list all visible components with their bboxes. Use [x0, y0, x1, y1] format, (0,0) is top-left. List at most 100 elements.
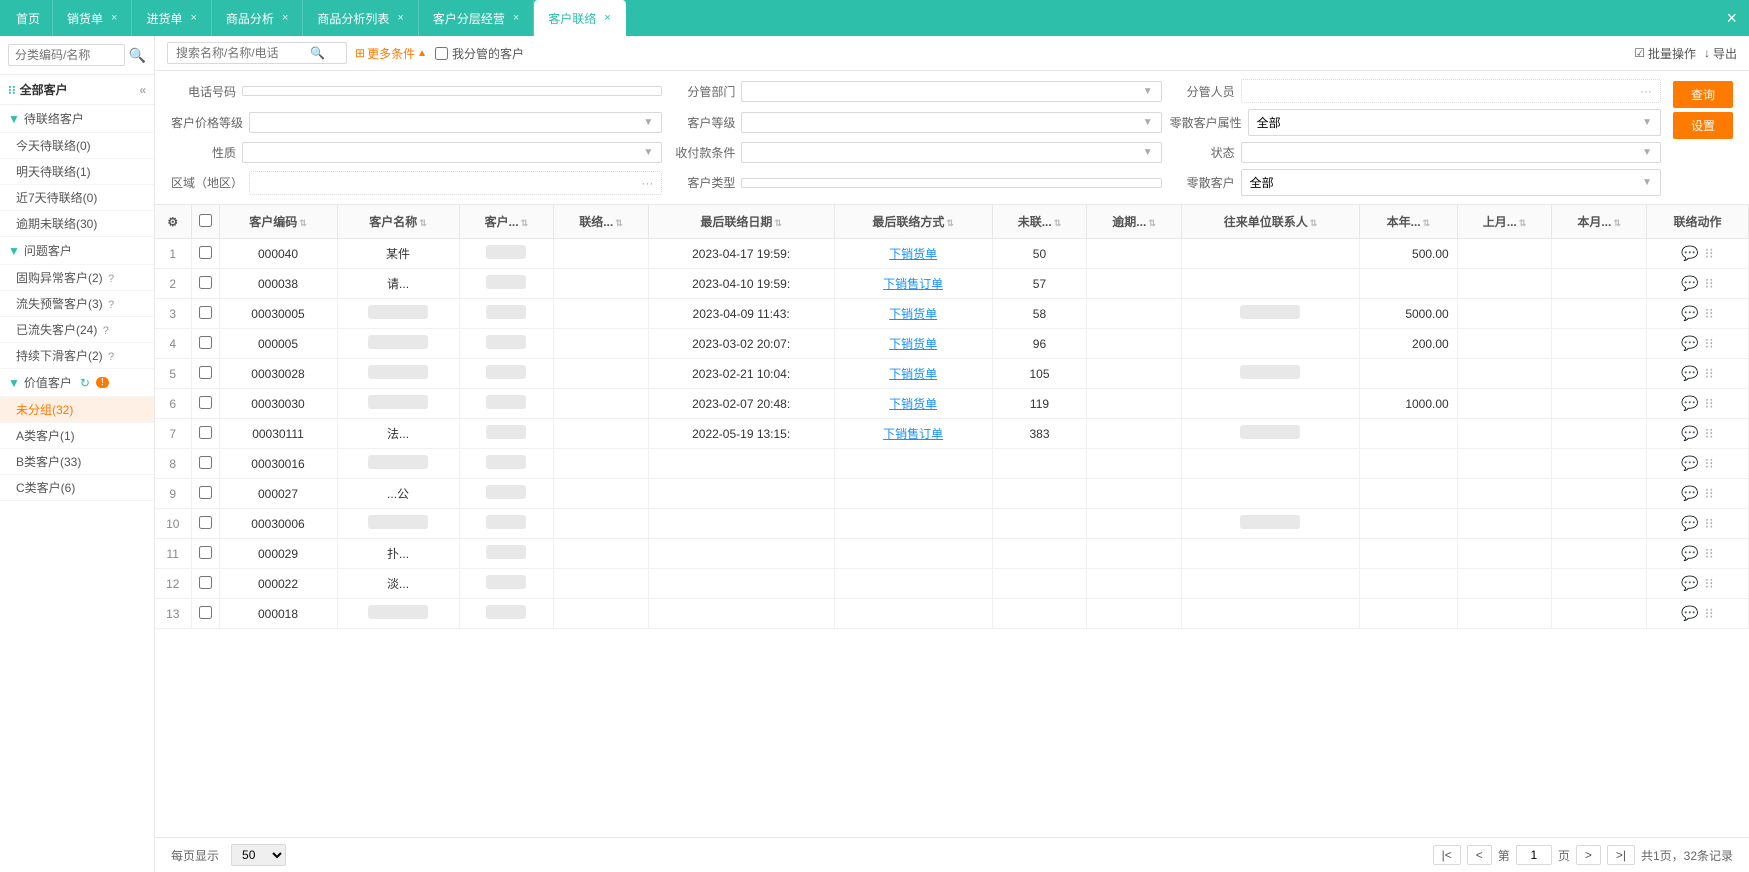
row-checkbox[interactable] — [199, 576, 212, 589]
person-input[interactable]: ··· — [1241, 79, 1661, 103]
sidebar-tomorrow[interactable]: 明天待联络(1) — [0, 159, 154, 185]
row-checkbox[interactable] — [199, 456, 212, 469]
grid-action-icon[interactable]: ⁝⁝ — [1705, 575, 1714, 592]
tab-customer-segment-close[interactable]: × — [513, 12, 519, 24]
sidebar-search-icon[interactable]: 🔍 — [129, 47, 146, 64]
last-method-link[interactable]: 下销货单 — [889, 397, 937, 411]
row-checkbox-cell[interactable] — [191, 329, 219, 359]
chat-icon[interactable]: 💬 — [1681, 455, 1698, 472]
row-checkbox[interactable] — [199, 606, 212, 619]
prev-page-btn[interactable]: < — [1467, 845, 1492, 865]
row-checkbox-cell[interactable] — [191, 389, 219, 419]
page-input[interactable] — [1516, 845, 1552, 865]
payment-select[interactable]: ▼ — [741, 142, 1161, 163]
grid-action-icon[interactable]: ⁝⁝ — [1705, 365, 1714, 382]
last-method-link[interactable]: 下销售订单 — [883, 427, 943, 441]
last-method-link[interactable]: 下销货单 — [889, 337, 937, 351]
row-checkbox-cell[interactable] — [191, 239, 219, 269]
last-method-link[interactable]: 下销售订单 — [883, 277, 943, 291]
sidebar-purchase-abnormal[interactable]: 固购异常客户(2) ? — [0, 265, 154, 291]
sidebar-flow-warning[interactable]: 流失预警客户(3) ? — [0, 291, 154, 317]
chat-icon[interactable]: 💬 — [1681, 305, 1698, 322]
row-checkbox[interactable] — [199, 396, 212, 409]
sidebar-today[interactable]: 今天待联络(0) — [0, 133, 154, 159]
customer-level-select[interactable]: ▼ — [741, 112, 1161, 133]
sidebar-all-customers[interactable]: ⁝⁝ 全部客户 « — [0, 75, 154, 105]
collapse-icon[interactable]: « — [139, 83, 146, 97]
search-box[interactable]: 🔍 — [167, 42, 347, 64]
retail-select[interactable]: 全部 ▼ — [1241, 169, 1661, 196]
chat-icon[interactable]: 💬 — [1681, 575, 1698, 592]
retail-attr-select[interactable]: 全部 ▼ — [1248, 109, 1661, 136]
grid-action-icon[interactable]: ⁝⁝ — [1705, 455, 1714, 472]
tab-product-analysis[interactable]: 商品分析 × — [212, 0, 303, 36]
last-method-link[interactable]: 下销货单 — [889, 367, 937, 381]
chat-icon[interactable]: 💬 — [1681, 485, 1698, 502]
tab-product-analysis-close[interactable]: × — [282, 12, 288, 24]
last-method-link[interactable]: 下销货单 — [889, 307, 937, 321]
grid-action-icon[interactable]: ⁝⁝ — [1705, 545, 1714, 562]
row-checkbox-cell[interactable] — [191, 509, 219, 539]
tab-product-analysis-list-close[interactable]: × — [397, 12, 403, 24]
row-checkbox-cell[interactable] — [191, 479, 219, 509]
dept-select[interactable]: ▼ — [741, 81, 1161, 102]
chat-icon[interactable]: 💬 — [1681, 395, 1698, 412]
my-customers-checkbox[interactable] — [435, 47, 448, 60]
phone-input[interactable] — [242, 86, 662, 96]
sidebar-classC[interactable]: C类客户(6) — [0, 475, 154, 501]
chat-icon[interactable]: 💬 — [1681, 245, 1698, 262]
th-settings[interactable]: ⚙ — [155, 205, 191, 239]
batch-ops-btn[interactable]: ☑ 批量操作 — [1634, 45, 1696, 62]
grid-action-icon[interactable]: ⁝⁝ — [1705, 245, 1714, 262]
row-checkbox-cell[interactable] — [191, 269, 219, 299]
row-checkbox-cell[interactable] — [191, 449, 219, 479]
reset-button[interactable]: 设置 — [1673, 112, 1733, 139]
chat-icon[interactable]: 💬 — [1681, 365, 1698, 382]
first-page-btn[interactable]: |< — [1433, 845, 1461, 865]
sidebar-pending-contact-group[interactable]: ▼ 待联络客户 — [0, 105, 154, 133]
row-checkbox[interactable] — [199, 336, 212, 349]
sidebar-problem-group[interactable]: ▼ 问题客户 — [0, 237, 154, 265]
row-checkbox[interactable] — [199, 426, 212, 439]
grid-action-icon[interactable]: ⁝⁝ — [1705, 515, 1714, 532]
sidebar-unclassified[interactable]: 未分组(32) — [0, 397, 154, 423]
tab-purchase[interactable]: 进货单 × — [132, 0, 211, 36]
tab-sales-close[interactable]: × — [111, 12, 117, 24]
sidebar-classB[interactable]: B类客户(33) — [0, 449, 154, 475]
sidebar-classA[interactable]: A类客户(1) — [0, 423, 154, 449]
chat-icon[interactable]: 💬 — [1681, 275, 1698, 292]
row-checkbox[interactable] — [199, 306, 212, 319]
row-checkbox-cell[interactable] — [191, 299, 219, 329]
price-level-select[interactable]: ▼ — [249, 112, 662, 133]
tab-customer-contact[interactable]: 客户联络 × — [534, 0, 625, 36]
chat-icon[interactable]: 💬 — [1681, 335, 1698, 352]
row-checkbox-cell[interactable] — [191, 599, 219, 629]
grid-action-icon[interactable]: ⁝⁝ — [1705, 275, 1714, 292]
last-method-link[interactable]: 下销货单 — [889, 247, 937, 261]
status-select[interactable]: ▼ — [1241, 142, 1661, 163]
query-button[interactable]: 查询 — [1673, 81, 1733, 108]
tab-sales[interactable]: 销货单 × — [53, 0, 132, 36]
window-close-icon[interactable]: × — [1726, 8, 1745, 29]
row-checkbox[interactable] — [199, 276, 212, 289]
grid-action-icon[interactable]: ⁝⁝ — [1705, 335, 1714, 352]
sidebar-overdue[interactable]: 逾期未联络(30) — [0, 211, 154, 237]
nature-select[interactable]: ▼ — [242, 142, 662, 163]
grid-action-icon[interactable]: ⁝⁝ — [1705, 305, 1714, 322]
sidebar-lost[interactable]: 已流失客户(24) ? — [0, 317, 154, 343]
tab-purchase-close[interactable]: × — [190, 12, 196, 24]
next-page-btn[interactable]: > — [1576, 845, 1601, 865]
grid-action-icon[interactable]: ⁝⁝ — [1705, 425, 1714, 442]
chat-icon[interactable]: 💬 — [1681, 545, 1698, 562]
sidebar-search-input[interactable] — [8, 44, 125, 66]
select-all-checkbox[interactable] — [199, 214, 212, 227]
chat-icon[interactable]: 💬 — [1681, 605, 1698, 622]
sidebar-value-group[interactable]: ▼ 价值客户 ↻ ! — [0, 369, 154, 397]
sidebar-continuous-decline[interactable]: 持续下滑客户(2) ? — [0, 343, 154, 369]
row-checkbox-cell[interactable] — [191, 569, 219, 599]
chat-icon[interactable]: 💬 — [1681, 425, 1698, 442]
row-checkbox-cell[interactable] — [191, 419, 219, 449]
export-btn[interactable]: ↓ 导出 — [1704, 45, 1737, 62]
chat-icon[interactable]: 💬 — [1681, 515, 1698, 532]
customer-type-select[interactable] — [741, 178, 1161, 188]
